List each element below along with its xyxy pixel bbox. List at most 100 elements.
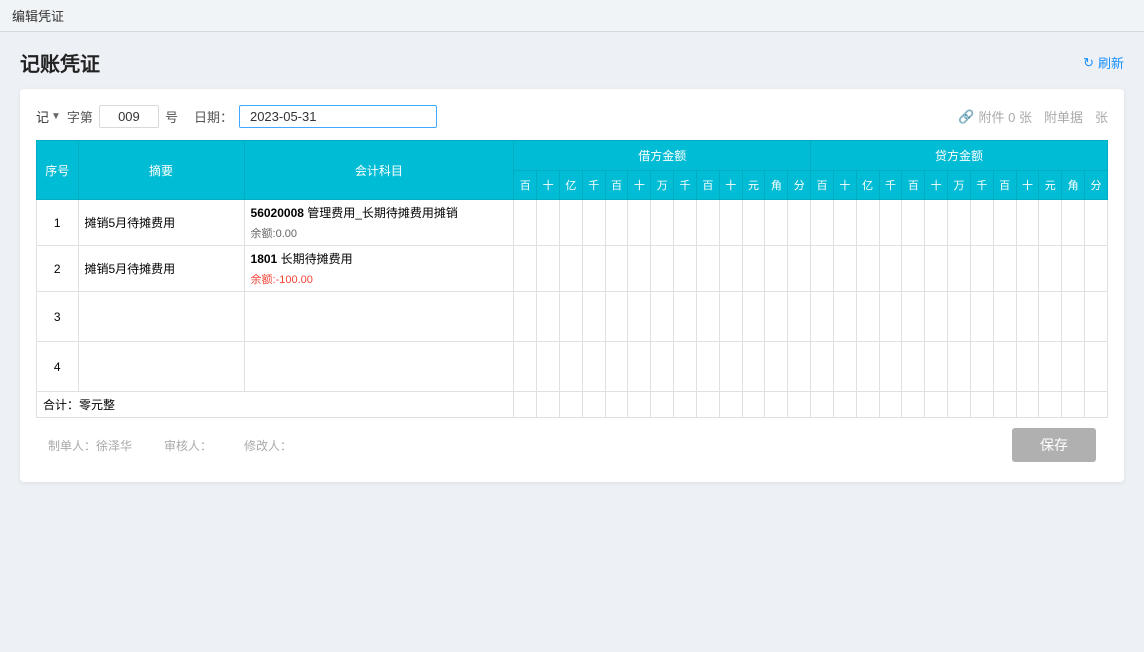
- row3-d10[interactable]: [719, 292, 742, 342]
- row2-d8[interactable]: [674, 246, 697, 292]
- row3-account[interactable]: [244, 292, 514, 342]
- row1-d3[interactable]: [560, 200, 583, 246]
- row3-d9[interactable]: [696, 292, 719, 342]
- row4-c6[interactable]: [925, 342, 948, 392]
- row4-c8[interactable]: [970, 342, 993, 392]
- row4-d9[interactable]: [696, 342, 719, 392]
- row4-c13[interactable]: [1085, 342, 1108, 392]
- row2-d7[interactable]: [651, 246, 674, 292]
- row4-d7[interactable]: [651, 342, 674, 392]
- row1-c11[interactable]: [1039, 200, 1062, 246]
- table-row[interactable]: 3: [37, 292, 1108, 342]
- row1-c10[interactable]: [1016, 200, 1039, 246]
- refresh-button[interactable]: ↻ 刷新: [1083, 53, 1124, 72]
- row4-d11[interactable]: [742, 342, 765, 392]
- row2-c5[interactable]: [902, 246, 925, 292]
- row4-d5[interactable]: [605, 342, 628, 392]
- attach-single[interactable]: 附单据: [1044, 107, 1083, 126]
- row2-d1[interactable]: [514, 246, 537, 292]
- row4-d3[interactable]: [560, 342, 583, 392]
- row2-d10[interactable]: [719, 246, 742, 292]
- row3-c12[interactable]: [1062, 292, 1085, 342]
- row1-d5[interactable]: [605, 200, 628, 246]
- row3-d12[interactable]: [765, 292, 788, 342]
- row1-d7[interactable]: [651, 200, 674, 246]
- row4-c1[interactable]: [811, 342, 834, 392]
- row1-d6[interactable]: [628, 200, 651, 246]
- row4-d2[interactable]: [537, 342, 560, 392]
- row2-d2[interactable]: [537, 246, 560, 292]
- row2-c3[interactable]: [856, 246, 879, 292]
- row3-c6[interactable]: [925, 292, 948, 342]
- row3-d2[interactable]: [537, 292, 560, 342]
- row1-d4[interactable]: [582, 200, 605, 246]
- table-row[interactable]: 2 摊销5月待摊费用 1801 长期待摊费用 余额:-100.00: [37, 246, 1108, 292]
- row1-c7[interactable]: [948, 200, 971, 246]
- row2-d6[interactable]: [628, 246, 651, 292]
- row1-d10[interactable]: [719, 200, 742, 246]
- row3-c8[interactable]: [970, 292, 993, 342]
- row4-c3[interactable]: [856, 342, 879, 392]
- row3-c3[interactable]: [856, 292, 879, 342]
- row1-c3[interactable]: [856, 200, 879, 246]
- row4-c10[interactable]: [1016, 342, 1039, 392]
- voucher-number-input[interactable]: [99, 105, 159, 128]
- row4-d12[interactable]: [765, 342, 788, 392]
- row1-d9[interactable]: [696, 200, 719, 246]
- row1-c9[interactable]: [993, 200, 1016, 246]
- row1-d13[interactable]: [788, 200, 811, 246]
- row4-c9[interactable]: [993, 342, 1016, 392]
- row2-c11[interactable]: [1039, 246, 1062, 292]
- row4-c12[interactable]: [1062, 342, 1085, 392]
- row3-c1[interactable]: [811, 292, 834, 342]
- row4-d6[interactable]: [628, 342, 651, 392]
- row2-c1[interactable]: [811, 246, 834, 292]
- row1-account[interactable]: 56020008 管理费用_长期待摊费用摊销 余额:0.00: [244, 200, 514, 246]
- row3-summary[interactable]: [78, 292, 244, 342]
- row2-d5[interactable]: [605, 246, 628, 292]
- row2-c7[interactable]: [948, 246, 971, 292]
- row1-c8[interactable]: [970, 200, 993, 246]
- row1-c12[interactable]: [1062, 200, 1085, 246]
- row2-c4[interactable]: [879, 246, 902, 292]
- row3-c11[interactable]: [1039, 292, 1062, 342]
- row1-c6[interactable]: [925, 200, 948, 246]
- row4-d4[interactable]: [582, 342, 605, 392]
- row2-c9[interactable]: [993, 246, 1016, 292]
- row3-c9[interactable]: [993, 292, 1016, 342]
- row4-account[interactable]: [244, 342, 514, 392]
- row3-c4[interactable]: [879, 292, 902, 342]
- row3-d6[interactable]: [628, 292, 651, 342]
- row3-d3[interactable]: [560, 292, 583, 342]
- row3-d13[interactable]: [788, 292, 811, 342]
- row4-d10[interactable]: [719, 342, 742, 392]
- row3-c7[interactable]: [948, 292, 971, 342]
- row4-d1[interactable]: [514, 342, 537, 392]
- row3-d8[interactable]: [674, 292, 697, 342]
- row2-d4[interactable]: [582, 246, 605, 292]
- row1-d1[interactable]: [514, 200, 537, 246]
- row1-d11[interactable]: [742, 200, 765, 246]
- attach-link[interactable]: 🔗 附件 0 张: [958, 107, 1032, 126]
- table-row[interactable]: 4: [37, 342, 1108, 392]
- row4-c2[interactable]: [833, 342, 856, 392]
- row3-d11[interactable]: [742, 292, 765, 342]
- row1-c1[interactable]: [811, 200, 834, 246]
- row3-c2[interactable]: [833, 292, 856, 342]
- row2-d12[interactable]: [765, 246, 788, 292]
- row1-c2[interactable]: [833, 200, 856, 246]
- row2-d13[interactable]: [788, 246, 811, 292]
- row3-d1[interactable]: [514, 292, 537, 342]
- row2-summary[interactable]: 摊销5月待摊费用: [78, 246, 244, 292]
- row1-c5[interactable]: [902, 200, 925, 246]
- row2-c2[interactable]: [833, 246, 856, 292]
- row2-c10[interactable]: [1016, 246, 1039, 292]
- row3-c13[interactable]: [1085, 292, 1108, 342]
- row3-d7[interactable]: [651, 292, 674, 342]
- row2-d9[interactable]: [696, 246, 719, 292]
- type-select[interactable]: 记 ▼: [36, 107, 61, 126]
- row1-c13[interactable]: [1085, 200, 1108, 246]
- row2-d3[interactable]: [560, 246, 583, 292]
- row2-c12[interactable]: [1062, 246, 1085, 292]
- row4-summary[interactable]: [78, 342, 244, 392]
